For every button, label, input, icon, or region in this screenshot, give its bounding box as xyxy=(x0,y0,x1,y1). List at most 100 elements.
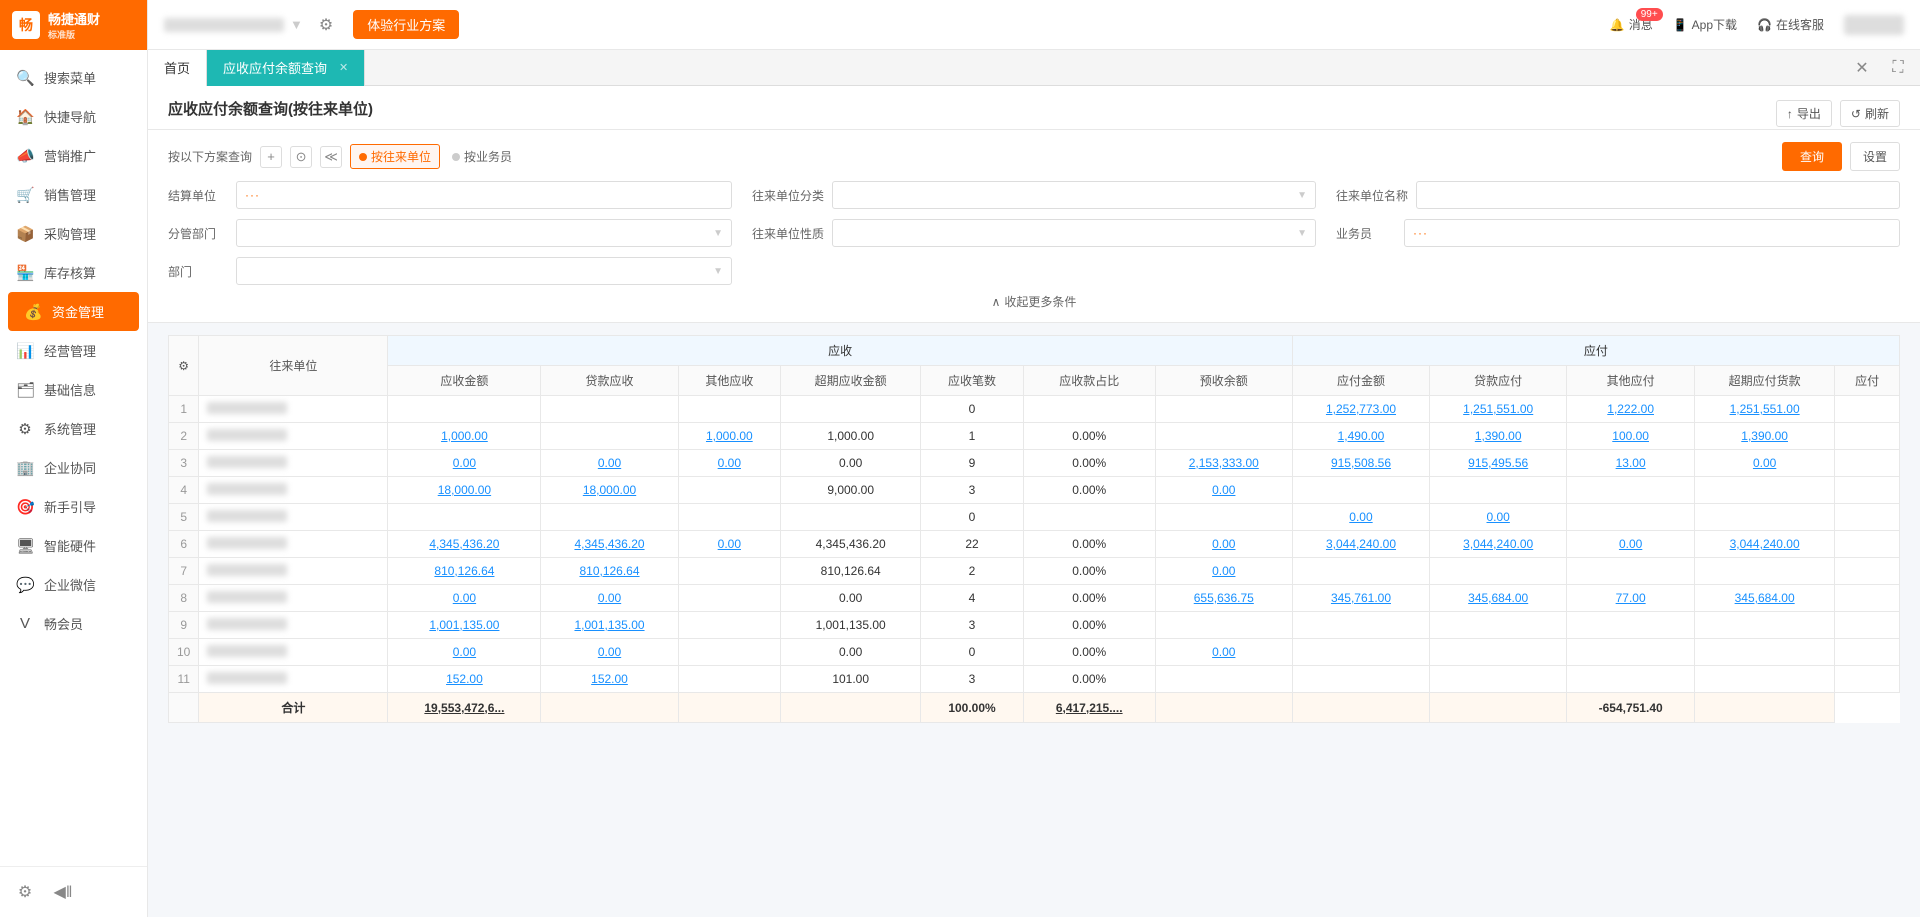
tab-arbalance[interactable]: 应收应付余额查询 ✕ xyxy=(207,50,365,86)
guide-icon: 🎯 xyxy=(16,498,34,516)
wechat-icon: 💬 xyxy=(16,576,34,594)
dept-input[interactable]: ▼ xyxy=(236,219,732,247)
schema-option-salesman[interactable]: 按业务员 xyxy=(444,144,520,169)
sidebar-item-marketing[interactable]: 📣 营销推广 xyxy=(0,136,147,175)
collapse-schema-button[interactable]: ≪ xyxy=(320,146,342,168)
system-icon: ⚙ xyxy=(16,420,34,438)
search-icon: 🔍 xyxy=(16,69,34,87)
sidebar-item-search[interactable]: 🔍 搜索菜单 xyxy=(0,58,147,97)
filter-company-category: 往来单位分类 ▼ xyxy=(752,181,1316,209)
col-ap-overdue: 超期应付货款 xyxy=(1695,366,1835,396)
logo-icon: 畅 xyxy=(12,11,40,39)
collapse-sidebar-button[interactable]: ◀‖ xyxy=(48,877,78,907)
promo-button[interactable]: 体验行业方案 xyxy=(353,10,459,39)
table-row: 1 01,252,773.001,251,551.001,222.001,251… xyxy=(169,396,1900,423)
sidebar-item-wechat[interactable]: 💬 企业微信 xyxy=(0,565,147,604)
footer-ap-overdue: -654,751.40 xyxy=(1567,693,1695,723)
col-company-header: 往来单位 xyxy=(199,336,388,396)
dropdown-arrow-icon: ▼ xyxy=(1297,190,1307,201)
phone-icon: 📱 xyxy=(1673,18,1688,32)
refresh-icon: ↺ xyxy=(1851,107,1861,121)
table-row: 11 152.00152.00101.0030.00% xyxy=(169,666,1900,693)
company-name-input[interactable] xyxy=(1416,181,1900,209)
data-table: ⚙ 往来单位 应收 应付 应收金额 贷款应收 其他应收 超期应收金额 应收笔数 … xyxy=(168,335,1900,723)
member-icon: V xyxy=(16,615,34,632)
col-ar-ratio: 应收款占比 xyxy=(1023,366,1155,396)
tab-fullscreen-button[interactable]: ⛶ xyxy=(1884,54,1912,82)
sidebar-item-guide[interactable]: 🎯 新手引导 xyxy=(0,487,147,526)
table-settings-icon[interactable]: ⚙ xyxy=(169,336,199,396)
table-row: 5 00.000.00 xyxy=(169,504,1900,531)
tab-home[interactable]: 首页 xyxy=(148,50,207,86)
tab-close-button[interactable]: ✕ xyxy=(339,61,348,74)
salesman-input[interactable]: ··· xyxy=(1404,219,1900,247)
edit-schema-button[interactable]: ⊙ xyxy=(290,146,312,168)
refresh-button[interactable]: ↺ 刷新 xyxy=(1840,100,1900,127)
sidebar-item-hardware[interactable]: 🖥 智能硬件 xyxy=(0,526,147,565)
online-service-button[interactable]: 🎧 在线客服 xyxy=(1757,16,1824,33)
sidebar-item-finance[interactable]: 💰 资金管理 xyxy=(8,292,139,331)
filter-settlement-unit: 结算单位 ··· xyxy=(168,181,732,209)
finance-icon: 💰 xyxy=(24,303,42,321)
settlement-unit-input[interactable]: ··· xyxy=(236,181,732,209)
col-ap-amount: 应付金额 xyxy=(1292,366,1429,396)
sidebar-item-member[interactable]: V 畅会员 xyxy=(0,604,147,643)
company-category-input[interactable]: ▼ xyxy=(832,181,1316,209)
header-gear-button[interactable]: ⚙ xyxy=(315,11,337,39)
breadcrumb: ▼ xyxy=(164,17,303,32)
headset-icon: 🎧 xyxy=(1757,18,1772,32)
user-menu-button[interactable] xyxy=(1844,15,1904,35)
collapse-conditions-button[interactable]: ∧ 收起更多条件 xyxy=(168,293,1900,310)
footer-ar-total: 19,553,472,6... xyxy=(388,693,541,723)
company-cell xyxy=(199,531,388,558)
col-ar-amount: 应收金额 xyxy=(388,366,541,396)
basic-icon: 🗂 xyxy=(16,381,34,399)
company-cell xyxy=(199,612,388,639)
subdept-input[interactable]: ▼ xyxy=(236,257,732,285)
sidebar-item-purchase[interactable]: 📦 采购管理 xyxy=(0,214,147,253)
settings-bottom-button[interactable]: ⚙ xyxy=(10,877,40,907)
export-icon: ↑ xyxy=(1787,107,1793,121)
sidebar-item-quicknav[interactable]: 🏠 快捷导航 xyxy=(0,97,147,136)
filter-salesman: 业务员 ··· xyxy=(1336,219,1900,247)
header-right: 🔔 消息 99+ 📱 App下载 🎧 在线客服 xyxy=(1610,15,1904,35)
sidebar-item-basic[interactable]: 🗂 基础信息 xyxy=(0,370,147,409)
schema-active-dot xyxy=(359,153,367,161)
hardware-icon: 🖥 xyxy=(16,537,34,555)
col-ap-rest: 应付 xyxy=(1835,366,1900,396)
table-area: ⚙ 往来单位 应收 应付 应收金额 贷款应收 其他应收 超期应收金额 应收笔数 … xyxy=(148,323,1920,917)
table-row: 3 0.000.000.000.0090.00%2,153,333.00915,… xyxy=(169,450,1900,477)
home-icon: 🏠 xyxy=(16,108,34,126)
company-cell xyxy=(199,504,388,531)
sidebar-item-inventory[interactable]: 🏪 库存核算 xyxy=(0,253,147,292)
query-button[interactable]: 查询 xyxy=(1782,142,1842,171)
sidebar-item-sales[interactable]: 🛒 销售管理 xyxy=(0,175,147,214)
settings-button[interactable]: 设置 xyxy=(1850,142,1900,171)
app-download-button[interactable]: 📱 App下载 xyxy=(1673,16,1737,33)
dropdown-arrow-icon2: ▼ xyxy=(713,228,723,239)
dropdown-arrow-icon3: ▼ xyxy=(1297,228,1307,239)
schema-option-company[interactable]: 按往来单位 xyxy=(350,144,440,169)
notice-button[interactable]: 🔔 消息 99+ xyxy=(1610,16,1653,33)
col-ar-prepay: 预收余额 xyxy=(1155,366,1292,396)
inventory-icon: 🏪 xyxy=(16,264,34,282)
page-header: 应收应付余额查询(按往来单位) ↑ 导出 ↺ 刷新 xyxy=(148,86,1920,130)
table-row: 9 1,001,135.001,001,135.001,001,135.0030… xyxy=(169,612,1900,639)
add-schema-button[interactable]: + xyxy=(260,146,282,168)
sidebar: 畅 畅捷通财 标准版 🔍 搜索菜单 🏠 快捷导航 📣 营销推广 🛒 销售管理 📦… xyxy=(0,0,148,917)
sidebar-item-corp[interactable]: 🏢 企业协同 xyxy=(0,448,147,487)
export-button[interactable]: ↑ 导出 xyxy=(1776,100,1832,127)
table-row: 8 0.000.000.0040.00%655,636.75345,761.00… xyxy=(169,585,1900,612)
filter-company-name: 往来单位名称 xyxy=(1336,181,1900,209)
group-receivable-header: 应收 xyxy=(388,336,1292,366)
sidebar-item-operations[interactable]: 📊 经营管理 xyxy=(0,331,147,370)
col-ar-other: 其他应收 xyxy=(678,366,780,396)
page-title: 应收应付余额查询(按往来单位) xyxy=(168,98,373,129)
tab-close-all-button[interactable]: ✕ xyxy=(1848,54,1876,82)
sidebar-item-system[interactable]: ⚙ 系统管理 xyxy=(0,409,147,448)
company-nature-input[interactable]: ▼ xyxy=(832,219,1316,247)
user-avatar xyxy=(1844,15,1904,35)
col-ap-loan: 贷款应付 xyxy=(1430,366,1567,396)
company-cell xyxy=(199,477,388,504)
table-row: 7 810,126.64810,126.64810,126.6420.00%0.… xyxy=(169,558,1900,585)
